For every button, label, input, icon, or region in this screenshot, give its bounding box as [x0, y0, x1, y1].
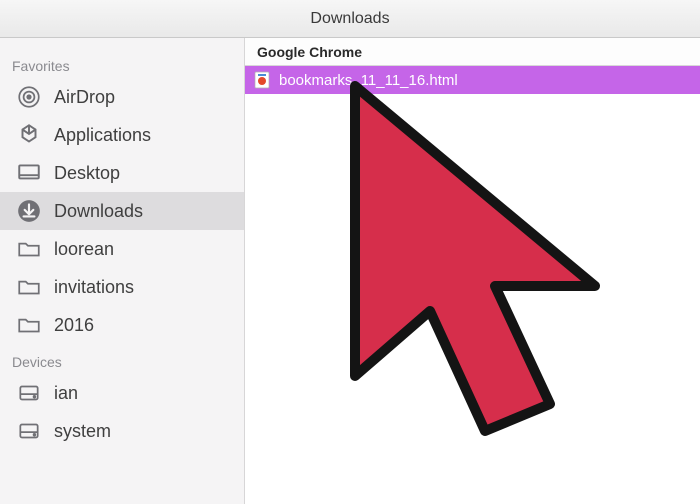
titlebar[interactable]: Downloads [0, 0, 700, 38]
file-row[interactable]: bookmarks_11_11_16.html [245, 66, 700, 94]
desktop-icon [16, 160, 42, 186]
folder-icon [16, 312, 42, 338]
sidebar-item-desktop[interactable]: Desktop [0, 154, 244, 192]
sidebar-item-label: system [54, 421, 111, 442]
sidebar: Favorites AirDrop Applications [0, 38, 245, 504]
sidebar-item-ian[interactable]: ian [0, 374, 244, 412]
downloads-icon [16, 198, 42, 224]
sidebar-item-downloads[interactable]: Downloads [0, 192, 244, 230]
column-header[interactable]: Google Chrome [245, 38, 700, 66]
html-file-icon [253, 71, 271, 89]
window-title: Downloads [310, 10, 389, 28]
file-name: bookmarks_11_11_16.html [279, 72, 458, 89]
sidebar-item-applications[interactable]: Applications [0, 116, 244, 154]
folder-icon [16, 236, 42, 262]
sidebar-item-label: 2016 [54, 315, 94, 336]
finder-window: Downloads Favorites AirDrop Ap [0, 0, 700, 504]
sidebar-item-2016[interactable]: 2016 [0, 306, 244, 344]
sidebar-section-devices-label: Devices [0, 344, 244, 374]
sidebar-item-invitations[interactable]: invitations [0, 268, 244, 306]
sidebar-item-label: loorean [54, 239, 114, 260]
content-pane: Google Chrome bookmarks_11_11_16.html [245, 38, 700, 504]
pointer-cursor-icon [335, 76, 665, 456]
sidebar-item-system[interactable]: system [0, 412, 244, 450]
applications-icon [16, 122, 42, 148]
file-list[interactable]: bookmarks_11_11_16.html [245, 66, 700, 504]
disk-icon [16, 380, 42, 406]
sidebar-item-label: invitations [54, 277, 134, 298]
sidebar-section-favorites-label: Favorites [0, 48, 244, 78]
folder-icon [16, 274, 42, 300]
airdrop-icon [16, 84, 42, 110]
sidebar-item-label: Downloads [54, 201, 143, 222]
sidebar-item-label: Desktop [54, 163, 120, 184]
sidebar-item-loorean[interactable]: loorean [0, 230, 244, 268]
window-body: Favorites AirDrop Applications [0, 38, 700, 504]
sidebar-item-label: Applications [54, 125, 151, 146]
sidebar-item-airdrop[interactable]: AirDrop [0, 78, 244, 116]
sidebar-item-label: ian [54, 383, 78, 404]
column-header-label: Google Chrome [257, 44, 362, 60]
sidebar-item-label: AirDrop [54, 87, 115, 108]
disk-icon [16, 418, 42, 444]
